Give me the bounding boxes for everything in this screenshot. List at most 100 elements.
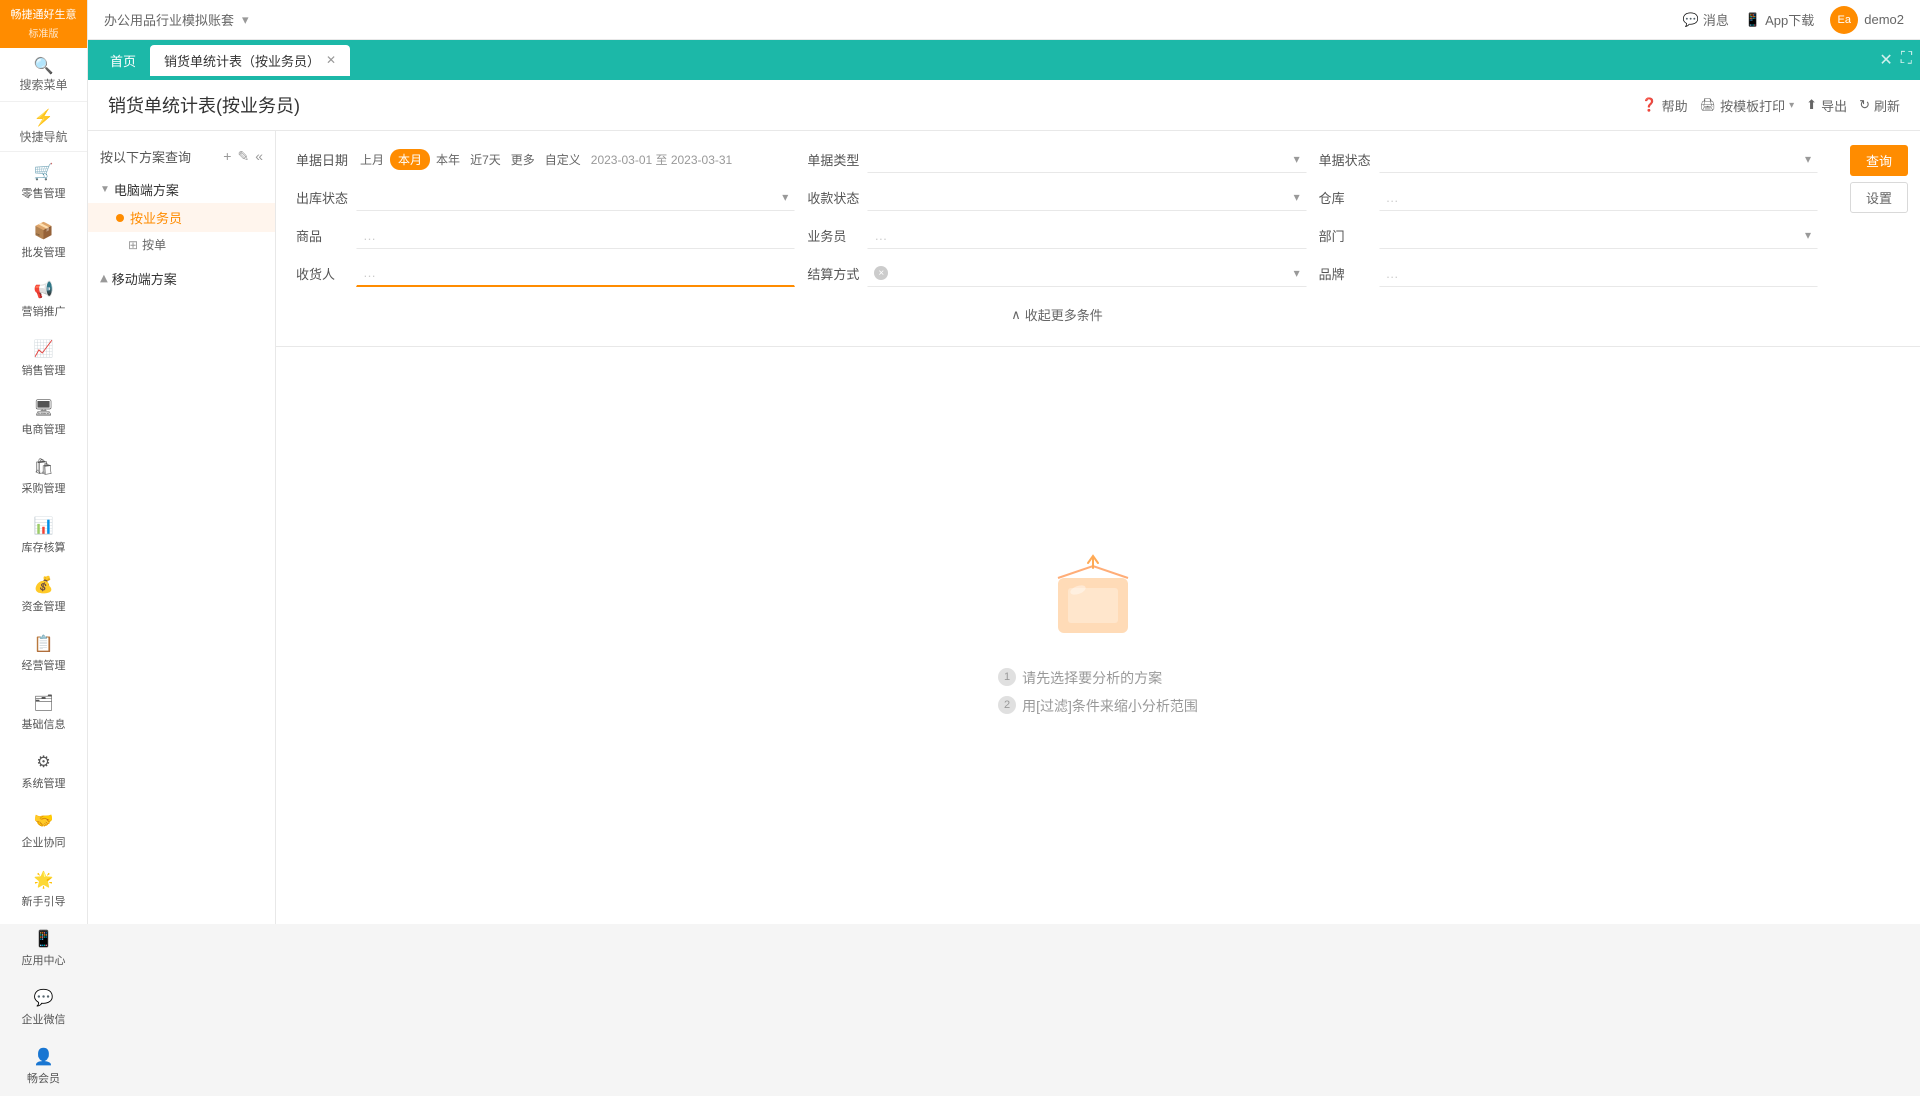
filter-department-label: 部门 xyxy=(1319,226,1371,245)
sidebar-item-finance-label: 资金管理 xyxy=(22,598,66,614)
sidebar-item-system-label: 系统管理 xyxy=(22,775,66,791)
sidebar-item-search[interactable]: 🔍 搜索菜单 xyxy=(0,48,87,102)
download-icon: 📱 xyxy=(1745,12,1761,28)
sidebar-item-wholesale-label: 批发管理 xyxy=(22,244,66,260)
scheme-group-desktop-label[interactable]: ▼ 电脑端方案 xyxy=(88,176,275,203)
sidebar-item-apps[interactable]: 📱应用中心 xyxy=(0,919,87,978)
sidebar-logo[interactable]: 畅捷通好生意 标准版 xyxy=(0,0,87,48)
sidebar-item-marketing[interactable]: 📢营销推广 xyxy=(0,270,87,329)
filter-doc-type-input[interactable]: ▾ xyxy=(867,145,1306,173)
collapse-panel-icon[interactable]: « xyxy=(255,148,263,165)
sidebar-item-member[interactable]: 👤畅会员 xyxy=(0,1037,87,1096)
scheme-group-desktop: ▼ 电脑端方案 按业务员 ⊞ 按单 xyxy=(88,172,275,261)
sidebar-item-inventory[interactable]: 📊库存核算 xyxy=(0,506,87,565)
tab-close-icon[interactable]: ✕ xyxy=(326,53,336,67)
filter-receipt-status-dropdown-icon: ▾ xyxy=(1294,190,1300,204)
sidebar-item-newbie[interactable]: 🌟新手引导 xyxy=(0,860,87,919)
date-tab-this-year[interactable]: 本年 xyxy=(432,149,464,170)
edit-scheme-icon[interactable]: ✎ xyxy=(237,148,249,165)
wechat-icon: 💬 xyxy=(34,988,54,1008)
filter-row-4: 收货人 … 结算方式 × xyxy=(296,259,1818,287)
page-title: 销货单统计表(按业务员) xyxy=(108,92,300,130)
tab-sales-stat-label: 销货单统计表（按业务员） xyxy=(164,51,320,70)
payment-clear-icon: × xyxy=(874,266,888,280)
right-panel: 单据日期 上月 本月 本年 近7天 更多 自定义 xyxy=(276,131,1920,924)
collapse-button[interactable]: ∧ 收起更多条件 xyxy=(1011,305,1103,324)
filter-doc-type: 单据类型 ▾ xyxy=(807,145,1306,173)
tab-expand-button[interactable]: ⛶ xyxy=(1901,50,1912,70)
filter-warehouse-input[interactable]: … xyxy=(1379,183,1818,211)
sidebar-item-basic[interactable]: 🗂基础信息 xyxy=(0,683,87,742)
tab-sales-stat[interactable]: 销货单统计表（按业务员） ✕ xyxy=(150,45,350,76)
tab-close-button[interactable]: ✕ xyxy=(1879,50,1892,70)
date-filter-input: 上月 本月 本年 近7天 更多 自定义 2023-03-01 至 2023-03… xyxy=(356,149,795,170)
scheme-sub-icon: ⊞ xyxy=(128,238,138,252)
filter-payment-clear-button[interactable]: × xyxy=(874,266,888,280)
add-scheme-icon[interactable]: + xyxy=(223,148,231,165)
help-label: 帮助 xyxy=(1662,96,1688,115)
export-button[interactable]: ⬆ 导出 xyxy=(1806,96,1847,115)
empty-icon xyxy=(1038,548,1158,648)
filter-staff-input[interactable]: … xyxy=(867,221,1306,249)
tab-home[interactable]: 首页 xyxy=(96,45,150,76)
empty-tip-1: 1 请先选择要分析的方案 xyxy=(998,668,1198,688)
sidebar-item-quick-nav[interactable]: ⚡ 快捷导航 xyxy=(0,102,87,152)
filter-payment-input[interactable]: × ▾ xyxy=(867,259,1306,287)
sidebar-item-wholesale[interactable]: 📦批发管理 xyxy=(0,211,87,270)
sidebar-item-ecommerce[interactable]: 🖥电商管理 xyxy=(0,388,87,447)
export-label: 导出 xyxy=(1821,96,1847,115)
operation-icon: 📋 xyxy=(34,634,54,654)
sidebar-item-quick-nav-label: 快捷导航 xyxy=(6,128,81,145)
date-tab-more[interactable]: 更多 xyxy=(507,149,539,170)
filter-out-status-input[interactable]: ▾ xyxy=(356,183,795,211)
message-button[interactable]: 💬 消息 xyxy=(1683,10,1729,29)
filter-brand: 品牌 … xyxy=(1319,259,1818,287)
scheme-group-mobile-arrow: ▶ xyxy=(98,275,109,283)
date-tab-this-month[interactable]: 本月 xyxy=(390,149,430,170)
filter-goods-label: 商品 xyxy=(296,226,348,245)
query-button[interactable]: 查询 xyxy=(1850,145,1908,176)
filter-warehouse-label: 仓库 xyxy=(1319,188,1371,207)
filter-receipt-status: 收款状态 ▾ xyxy=(807,183,1306,211)
filter-department-input[interactable]: ▾ xyxy=(1379,221,1818,249)
filter-consignee-input[interactable]: … xyxy=(356,259,795,287)
filter-goods-input[interactable]: … xyxy=(356,221,795,249)
collapse-label: 收起更多条件 xyxy=(1025,305,1103,324)
filter-doc-status-dropdown-icon: ▾ xyxy=(1805,152,1811,166)
purchase-icon: 🛍 xyxy=(33,457,53,477)
filter-date: 单据日期 上月 本月 本年 近7天 更多 自定义 xyxy=(296,145,795,173)
app-download-button[interactable]: 📱 App下载 xyxy=(1745,10,1814,29)
action-buttons: 查询 设置 xyxy=(1838,131,1920,346)
settings-button[interactable]: 设置 xyxy=(1850,182,1908,213)
scheme-item-by-order[interactable]: ⊞ 按单 xyxy=(88,232,275,257)
user-profile[interactable]: Ea demo2 xyxy=(1830,6,1904,34)
filter-out-status-label: 出库状态 xyxy=(296,188,348,207)
filter-doc-status-input[interactable]: ▾ xyxy=(1379,145,1818,173)
filter-collapse: ∧ 收起更多条件 xyxy=(296,297,1818,332)
filter-brand-input[interactable]: … xyxy=(1379,259,1818,287)
date-tab-last-7[interactable]: 近7天 xyxy=(466,149,505,170)
sidebar-item-enterprise[interactable]: 🤝企业协同 xyxy=(0,801,87,860)
sidebar-item-operation[interactable]: 📋经营管理 xyxy=(0,624,87,683)
filter-receipt-status-input[interactable]: ▾ xyxy=(867,183,1306,211)
filter-brand-dots: … xyxy=(1386,266,1399,281)
refresh-button[interactable]: ↻ 刷新 xyxy=(1859,96,1900,115)
sales-icon: 📈 xyxy=(34,339,54,359)
date-tab-custom[interactable]: 自定义 xyxy=(541,149,585,170)
filter-warehouse-dots: … xyxy=(1386,190,1399,205)
help-button[interactable]: ❓ 帮助 xyxy=(1641,96,1687,115)
sidebar-item-purchase[interactable]: 🛍采购管理 xyxy=(0,447,87,506)
sidebar-item-wechat[interactable]: 💬企业微信 xyxy=(0,978,87,1037)
date-tab-last-month[interactable]: 上月 xyxy=(356,149,388,170)
sidebar-item-basic-label: 基础信息 xyxy=(22,716,66,732)
sidebar: 畅捷通好生意 标准版 🔍 搜索菜单 ⚡ 快捷导航 🛒零售管理📦批发管理📢营销推广… xyxy=(0,0,88,924)
scheme-group-mobile-label[interactable]: ▶ 移动端方案 xyxy=(88,265,275,292)
filter-doc-status: 单据状态 ▾ xyxy=(1319,145,1818,173)
sidebar-item-finance[interactable]: 💰资金管理 xyxy=(0,565,87,624)
sidebar-item-sales[interactable]: 📈销售管理 xyxy=(0,329,87,388)
sidebar-item-system[interactable]: ⚙系统管理 xyxy=(0,742,87,801)
breadcrumb-dropdown-icon[interactable]: ▾ xyxy=(242,12,249,28)
print-button[interactable]: 🖨 按模板打印 ▾ xyxy=(1700,96,1795,115)
sidebar-item-retail[interactable]: 🛒零售管理 xyxy=(0,152,87,211)
scheme-item-by-staff[interactable]: 按业务员 xyxy=(88,203,275,232)
